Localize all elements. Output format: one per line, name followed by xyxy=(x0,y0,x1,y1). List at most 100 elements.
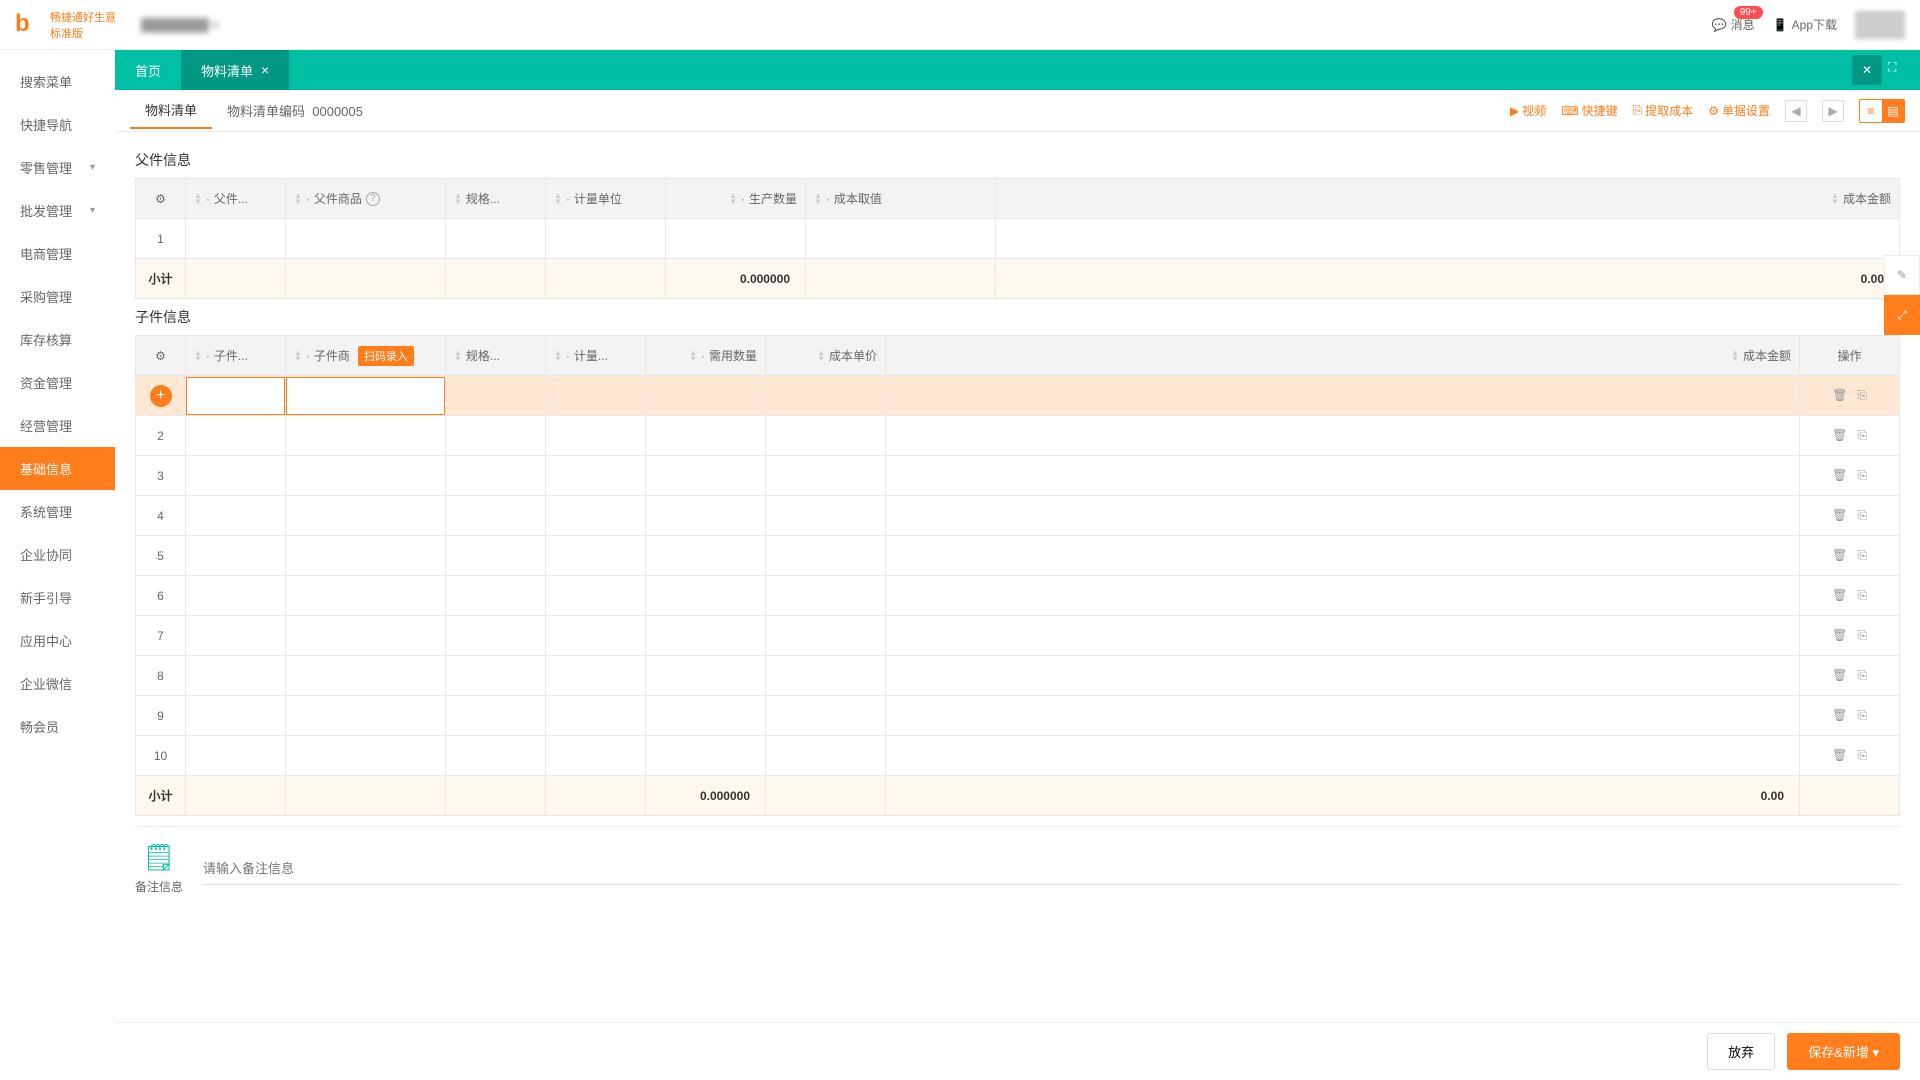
col-parent-product[interactable]: 父件商品 xyxy=(314,190,362,207)
delete-icon[interactable]: 🗑 xyxy=(1832,428,1847,443)
child-row[interactable]: 10🗑⎘ xyxy=(136,736,1900,776)
add-row-button[interactable]: + xyxy=(150,385,172,407)
copy-icon[interactable]: ⎘ xyxy=(1857,668,1867,683)
delete-icon[interactable]: 🗑 xyxy=(1832,468,1847,483)
extract-cost-link[interactable]: ⎘提取成本 xyxy=(1633,102,1694,119)
sort-icon[interactable]: ▲▼ xyxy=(814,193,822,205)
sidebar-item-15[interactable]: 畅会员 xyxy=(0,705,115,748)
copy-icon[interactable]: ⎘ xyxy=(1857,708,1867,723)
sidebar-item-9[interactable]: 基础信息 xyxy=(0,447,115,490)
child-row[interactable]: 9🗑⎘ xyxy=(136,696,1900,736)
child-row[interactable]: 6🗑⎘ xyxy=(136,576,1900,616)
view-list-button[interactable]: ≡ xyxy=(1860,100,1882,122)
child-code-input[interactable] xyxy=(186,377,285,415)
col-child-cost-amt[interactable]: 成本金额 xyxy=(1743,347,1791,364)
avatar[interactable] xyxy=(1855,11,1905,39)
sort-icon[interactable]: ▲▼ xyxy=(294,350,302,362)
sort-icon[interactable]: ▲▼ xyxy=(454,193,462,205)
doc-setting-link[interactable]: ⚙单据设置 xyxy=(1708,102,1770,119)
sub-tab-bom[interactable]: 物料清单 xyxy=(130,92,212,129)
shortcut-link[interactable]: ⌨快捷键 xyxy=(1561,102,1617,119)
sidebar-item-6[interactable]: 库存核算 xyxy=(0,318,115,361)
delete-icon[interactable]: 🗑 xyxy=(1832,588,1847,603)
copy-icon[interactable]: ⎘ xyxy=(1857,388,1867,403)
sort-icon[interactable]: ▲▼ xyxy=(454,350,462,362)
close-all-button[interactable]: ✕ xyxy=(1852,55,1882,85)
sidebar-item-11[interactable]: 企业协同 xyxy=(0,533,115,576)
copy-icon[interactable]: ⎘ xyxy=(1857,508,1867,523)
col-child-product[interactable]: 子件商 xyxy=(314,347,350,364)
sidebar-item-10[interactable]: 系统管理 xyxy=(0,490,115,533)
prev-button[interactable]: ◀ xyxy=(1785,100,1807,122)
tab-home[interactable]: 首页 xyxy=(115,50,181,90)
sort-icon[interactable]: ▲▼ xyxy=(554,193,562,205)
sidebar-item-12[interactable]: 新手引导 xyxy=(0,576,115,619)
child-row[interactable]: 2🗑⎘ xyxy=(136,416,1900,456)
copy-icon[interactable]: ⎘ xyxy=(1857,628,1867,643)
parent-row[interactable]: 1 xyxy=(136,219,1900,259)
col-unit-cost[interactable]: 成本单价 xyxy=(829,347,877,364)
delete-icon[interactable]: 🗑 xyxy=(1832,548,1847,563)
sidebar-item-8[interactable]: 经营管理 xyxy=(0,404,115,447)
delete-icon[interactable]: 🗑 xyxy=(1832,388,1847,403)
gear-icon[interactable]: ⚙ xyxy=(155,192,166,206)
sidebar-item-0[interactable]: 搜索菜单 xyxy=(0,60,115,103)
sort-icon[interactable]: ▲▼ xyxy=(817,350,825,362)
tenant-selector[interactable]: ████████ ▾ xyxy=(141,18,218,32)
sidebar-item-14[interactable]: 企业微信 xyxy=(0,662,115,705)
sort-icon[interactable]: ▲▼ xyxy=(294,193,302,205)
sort-icon[interactable]: ▲▼ xyxy=(1831,193,1839,205)
edit-float-button[interactable]: ✎ xyxy=(1884,255,1920,295)
sidebar-item-2[interactable]: 零售管理▾ xyxy=(0,146,115,189)
child-row[interactable]: 4🗑⎘ xyxy=(136,496,1900,536)
col-child-code[interactable]: 子件... xyxy=(214,347,248,364)
col-parent-code[interactable]: 父件... xyxy=(214,190,248,207)
copy-icon[interactable]: ⎘ xyxy=(1857,548,1867,563)
sort-icon[interactable]: ▲▼ xyxy=(1731,350,1739,362)
messages-button[interactable]: 💬 消息 99+ xyxy=(1712,16,1755,33)
col-cost-src[interactable]: 成本取值 xyxy=(834,190,882,207)
copy-icon[interactable]: ⎘ xyxy=(1857,748,1867,763)
child-product-input[interactable] xyxy=(286,377,445,415)
sort-icon[interactable]: ▲▼ xyxy=(194,193,202,205)
fullscreen-icon[interactable]: ⛶ xyxy=(1888,60,1908,80)
child-row[interactable]: 5🗑⎘ xyxy=(136,536,1900,576)
col-need-qty[interactable]: 需用数量 xyxy=(709,347,757,364)
delete-icon[interactable]: 🗑 xyxy=(1832,508,1847,523)
sidebar-item-5[interactable]: 采购管理 xyxy=(0,275,115,318)
child-row-active[interactable]: + 🗑 ⎘ xyxy=(136,376,1900,416)
delete-icon[interactable]: 🗑 xyxy=(1832,748,1847,763)
col-prod-qty[interactable]: 生产数量 xyxy=(749,190,797,207)
close-icon[interactable]: × xyxy=(261,62,269,78)
sort-icon[interactable]: ▲▼ xyxy=(729,193,737,205)
col-unit[interactable]: 计量单位 xyxy=(574,190,622,207)
child-row[interactable]: 7🗑⎘ xyxy=(136,616,1900,656)
video-link[interactable]: ▶视频 xyxy=(1510,102,1546,119)
col-spec[interactable]: 规格... xyxy=(466,190,500,207)
next-button[interactable]: ▶ xyxy=(1822,100,1844,122)
delete-icon[interactable]: 🗑 xyxy=(1832,668,1847,683)
sort-icon[interactable]: ▲▼ xyxy=(194,350,202,362)
app-download-button[interactable]: 📱 App下载 xyxy=(1773,16,1837,33)
copy-icon[interactable]: ⎘ xyxy=(1857,588,1867,603)
tab-bom[interactable]: 物料清单 × xyxy=(181,50,289,90)
delete-icon[interactable]: 🗑 xyxy=(1832,628,1847,643)
copy-icon[interactable]: ⎘ xyxy=(1857,468,1867,483)
sort-icon[interactable]: ▲▼ xyxy=(689,350,697,362)
note-input[interactable] xyxy=(203,853,1900,885)
scan-badge[interactable]: 扫码录入 xyxy=(358,346,414,366)
help-icon[interactable]: ? xyxy=(366,192,380,206)
view-form-button[interactable]: ▤ xyxy=(1882,100,1904,122)
save-new-button[interactable]: 保存&新增 ▾ xyxy=(1787,1033,1900,1070)
child-row[interactable]: 8🗑⎘ xyxy=(136,656,1900,696)
sidebar-item-7[interactable]: 资金管理 xyxy=(0,361,115,404)
sidebar-item-13[interactable]: 应用中心 xyxy=(0,619,115,662)
copy-icon[interactable]: ⎘ xyxy=(1857,428,1867,443)
sidebar-item-1[interactable]: 快捷导航 xyxy=(0,103,115,146)
col-child-unit[interactable]: 计量... xyxy=(574,347,608,364)
col-child-spec[interactable]: 规格... xyxy=(466,347,500,364)
cancel-button[interactable]: 放弃 xyxy=(1707,1033,1775,1070)
delete-icon[interactable]: 🗑 xyxy=(1832,708,1847,723)
sort-icon[interactable]: ▲▼ xyxy=(554,350,562,362)
sidebar-item-3[interactable]: 批发管理▾ xyxy=(0,189,115,232)
